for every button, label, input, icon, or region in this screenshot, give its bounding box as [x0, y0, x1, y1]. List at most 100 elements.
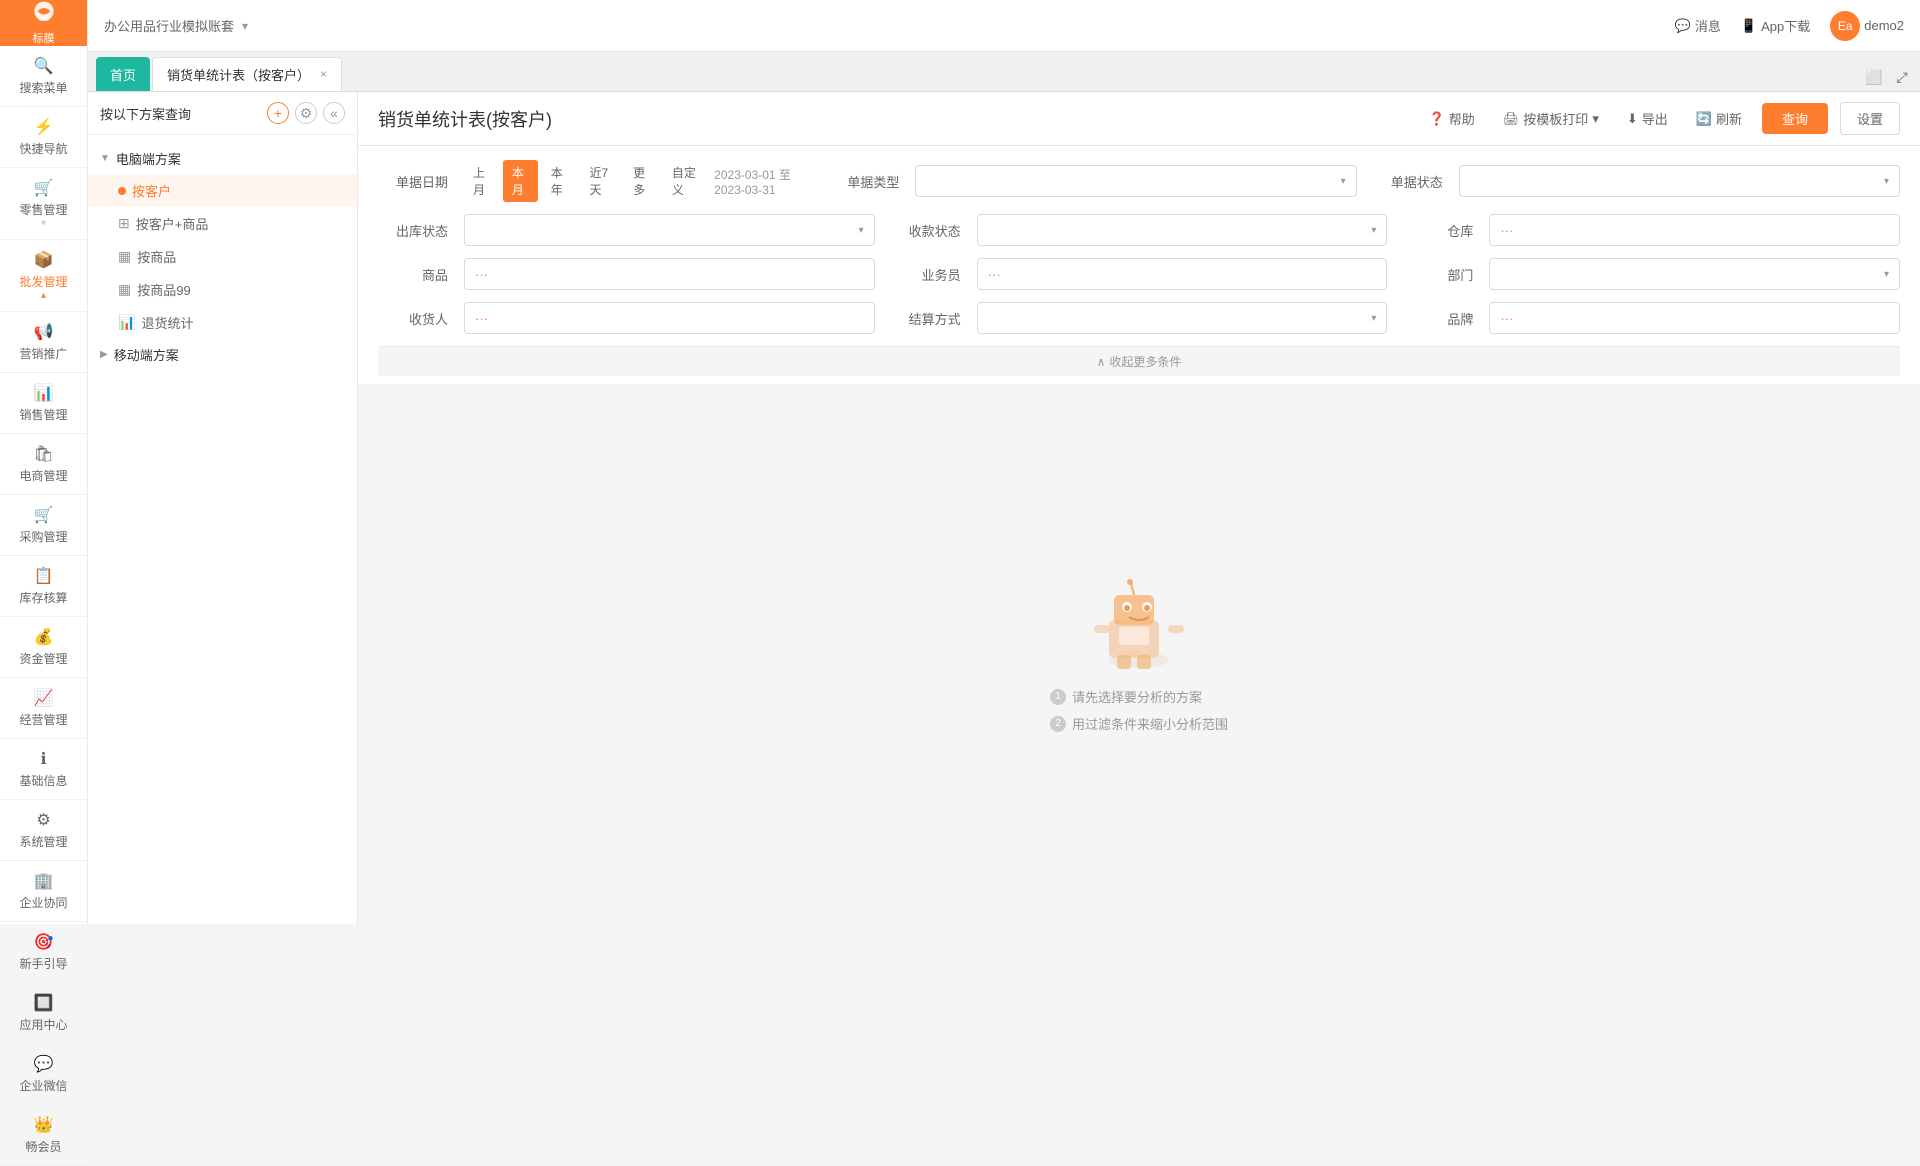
purchase-icon: 🛒	[34, 505, 54, 525]
sidebar: 标膜 🔍 搜索菜单 ⚡ 快捷导航 🛒 零售管理 ▾ 📦 批发管理 ▴ 📢 营销推…	[0, 0, 88, 924]
sidebar-item-sales[interactable]: 📊 销售管理	[0, 373, 87, 434]
date-btn-current-month[interactable]: 本月	[503, 160, 538, 202]
print-icon: 🖨	[1503, 111, 1520, 127]
date-btn-current-year[interactable]: 本年	[542, 160, 577, 202]
product-input[interactable]: ···	[464, 258, 875, 290]
header-left: 办公用品行业模拟账套 ▾	[104, 16, 248, 35]
collapse-panel-btn[interactable]: «	[323, 102, 345, 124]
export-icon: ⬇	[1627, 111, 1638, 127]
sidebar-item-label: 零售管理	[19, 201, 67, 218]
tree-item-return-stats[interactable]: 📊 退货统计	[88, 306, 357, 339]
sidebar-item-basic[interactable]: ℹ 基础信息	[0, 739, 87, 800]
receipt-status-select[interactable]: ▾	[977, 214, 1388, 246]
doc-status-select[interactable]: ▾	[1459, 165, 1900, 197]
sidebar-item-enterprise[interactable]: 🏢 企业协同	[0, 861, 87, 922]
collapse-more-btn[interactable]: ∧ 收起更多条件	[378, 346, 1900, 376]
sidebar-item-wholesale[interactable]: 📦 批发管理 ▴	[0, 240, 87, 312]
product-label: 商品	[378, 265, 448, 284]
date-btn-more[interactable]: 更多	[624, 160, 659, 202]
marketing-icon: 📢	[34, 322, 54, 342]
date-btn-last-month[interactable]: 上月	[464, 160, 499, 202]
wechat-icon: 💬	[34, 1054, 54, 1074]
tree-item-label: 按商品99	[137, 280, 190, 299]
app-suite-title: 办公用品行业模拟账套	[104, 16, 234, 35]
receiver-dots: ···	[475, 311, 488, 326]
sidebar-item-marketing[interactable]: 📢 营销推广	[0, 312, 87, 373]
tab-home[interactable]: 首页	[96, 57, 150, 91]
out-status-select[interactable]: ▾	[464, 214, 875, 246]
sidebar-item-search[interactable]: 🔍 搜索菜单	[0, 46, 87, 107]
salesperson-input[interactable]: ···	[977, 258, 1388, 290]
sidebar-item-system[interactable]: ⚙ 系统管理	[0, 800, 87, 861]
user-info[interactable]: Ea demo2	[1830, 11, 1904, 41]
warehouse-input[interactable]: ···	[1489, 214, 1900, 246]
out-status-label: 出库状态	[378, 221, 448, 240]
sidebar-item-appstore[interactable]: 🔲 应用中心	[0, 983, 87, 1044]
settings-button[interactable]: 设置	[1840, 102, 1900, 135]
sidebar-item-wechat[interactable]: 💬 企业微信	[0, 1044, 87, 1105]
date-btn-last7days[interactable]: 近7天	[581, 160, 621, 202]
tree-item-by-customer[interactable]: 按客户	[88, 174, 357, 207]
export-btn[interactable]: ⬇ 导出	[1619, 105, 1676, 132]
filter-row-1: 单据日期 上月 本月 本年 近7天 更多 自定义 2023-03-01 至 20…	[378, 160, 1900, 202]
refresh-btn[interactable]: 🔄 刷新	[1688, 105, 1750, 132]
retail-icon: 🛒	[34, 178, 54, 198]
user-avatar: Ea	[1830, 11, 1860, 41]
tab-sales-stats[interactable]: 销货单统计表（按客户） ×	[152, 57, 342, 91]
tree-item-by-customer-product[interactable]: ⊞ 按客户+商品	[88, 207, 357, 240]
receiver-label: 收货人	[378, 309, 448, 328]
message-btn[interactable]: 💬 消息	[1675, 16, 1721, 35]
tip-num-2: 2	[1050, 716, 1066, 732]
help-icon: ❓	[1429, 111, 1445, 127]
tip-num-1: 1	[1050, 689, 1066, 705]
receiver-input[interactable]: ···	[464, 302, 875, 334]
tab-minimize-btn[interactable]: ⬜	[1864, 67, 1884, 87]
doc-type-select[interactable]: ▾	[915, 165, 1356, 197]
sidebar-item-label: 采购管理	[19, 528, 67, 545]
ecommerce-icon: 🛍	[33, 444, 53, 464]
date-btn-custom[interactable]: 自定义	[663, 160, 706, 202]
add-scheme-btn[interactable]: +	[267, 102, 289, 124]
help-btn[interactable]: ❓ 帮助	[1421, 105, 1483, 132]
sidebar-item-shortcut[interactable]: ⚡ 快捷导航	[0, 107, 87, 168]
tab-fullscreen-btn[interactable]: ⤢	[1892, 67, 1912, 87]
sidebar-item-label: 畅会员	[25, 1138, 61, 1155]
sidebar-item-purchase[interactable]: 🛒 采购管理	[0, 495, 87, 556]
dept-select[interactable]: ▾	[1489, 258, 1900, 290]
tree-item-label: 退货统计	[141, 313, 193, 332]
tree-mobile-parent[interactable]: ▶ 移动端方案	[88, 339, 357, 370]
app-download-btn[interactable]: 📱 App下载	[1741, 16, 1810, 35]
empty-tips: 1 请先选择要分析的方案 2 用过滤条件来缩小分析范围	[1050, 687, 1228, 733]
salesperson-dots: ···	[988, 267, 1001, 282]
sidebar-item-finance[interactable]: 💰 资金管理	[0, 617, 87, 678]
tree-desktop-parent[interactable]: ▼ 电脑端方案	[88, 143, 357, 174]
settings-scheme-btn[interactable]: ⚙	[295, 102, 317, 124]
tree-item-by-product99[interactable]: ▦ 按商品99	[88, 273, 357, 306]
suite-dropdown-icon[interactable]: ▾	[242, 19, 248, 33]
sidebar-item-label: 企业微信	[19, 1077, 67, 1094]
sidebar-item-ecommerce[interactable]: 🛍 电商管理	[0, 434, 87, 495]
query-button[interactable]: 查询	[1762, 103, 1828, 134]
print-btn[interactable]: 🖨 按模板打印 ▾	[1495, 105, 1607, 132]
sidebar-item-newbie[interactable]: 🎯 新手引导	[0, 922, 87, 983]
app-logo[interactable]: 标膜	[0, 0, 87, 46]
brand-input[interactable]: ···	[1489, 302, 1900, 334]
tab-close-icon[interactable]: ×	[320, 67, 327, 81]
sidebar-item-vip[interactable]: 👑 畅会员	[0, 1105, 87, 1166]
sidebar-item-operation[interactable]: 📈 经营管理	[0, 678, 87, 739]
receipt-status-arrow: ▾	[1371, 225, 1376, 236]
left-panel: 按以下方案查询 + ⚙ « ▼ 电脑端方案 按客户 ⊞ 按客户+	[88, 92, 358, 924]
tree-item-label: 按客户+商品	[136, 214, 209, 233]
sidebar-item-inventory[interactable]: 📋 库存核算	[0, 556, 87, 617]
sidebar-item-retail[interactable]: 🛒 零售管理 ▾	[0, 168, 87, 240]
scheme-tree: ▼ 电脑端方案 按客户 ⊞ 按客户+商品 ▦ 按商品 ▦ 按商品99	[88, 135, 357, 378]
page-actions: ❓ 帮助 🖨 按模板打印 ▾ ⬇ 导出 🔄 刷新	[1421, 102, 1900, 135]
tree-item-by-product[interactable]: ▦ 按商品	[88, 240, 357, 273]
app-header: 办公用品行业模拟账套 ▾ 💬 消息 📱 App下载 Ea demo2	[88, 0, 1920, 52]
inventory-icon: 📋	[34, 566, 54, 586]
collapse-arrow-icon: ∧	[1097, 355, 1106, 369]
doc-type-arrow: ▾	[1341, 176, 1346, 187]
vip-icon: 👑	[34, 1115, 54, 1135]
payment-select[interactable]: ▾	[977, 302, 1388, 334]
sidebar-item-label: 应用中心	[19, 1016, 67, 1033]
